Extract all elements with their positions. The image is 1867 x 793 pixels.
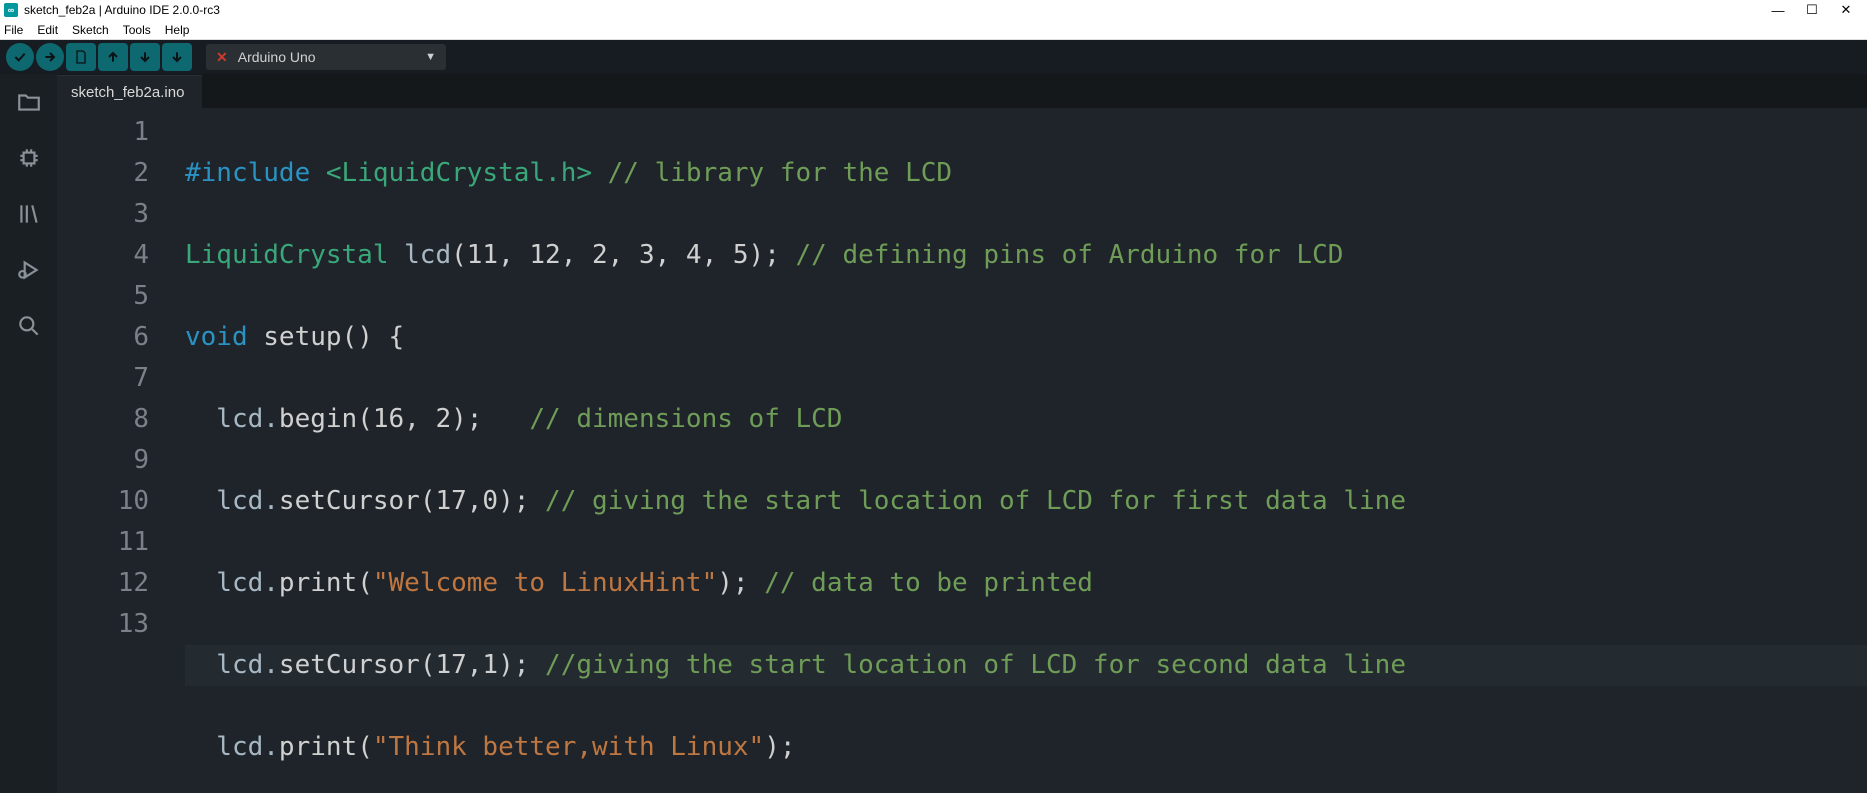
tab-label: sketch_feb2a.ino: [71, 84, 184, 101]
chip-icon: [16, 145, 42, 171]
board-disconnected-icon: ✕: [216, 49, 228, 66]
check-icon: [12, 49, 28, 65]
editor-tabbar: sketch_feb2a.ino: [57, 74, 1867, 108]
line-number: 4: [57, 235, 149, 276]
line-number: 7: [57, 358, 149, 399]
folder-icon: [16, 89, 42, 115]
app-icon: ∞: [4, 3, 18, 17]
upload-button[interactable]: [36, 43, 64, 71]
menu-sketch[interactable]: Sketch: [72, 23, 109, 37]
explorer-button[interactable]: [13, 86, 45, 118]
menubar: File Edit Sketch Tools Help: [0, 20, 1867, 40]
minimize-button[interactable]: ―: [1761, 3, 1795, 18]
menu-tools[interactable]: Tools: [123, 23, 151, 37]
search-button[interactable]: [13, 310, 45, 342]
board-selector[interactable]: ✕ Arduino Uno ▼: [206, 44, 446, 70]
play-gear-icon: [16, 257, 42, 283]
code-editor[interactable]: 1 2 3 4 5 6 7 8 9 10 11 12 13 #include <…: [57, 108, 1867, 793]
file-icon: [73, 49, 89, 65]
open-button[interactable]: [98, 43, 128, 71]
line-number: 2: [57, 153, 149, 194]
chevron-down-icon: ▼: [425, 51, 436, 63]
debug-arrow-icon: [169, 49, 185, 65]
menu-file[interactable]: File: [4, 23, 23, 37]
code-content[interactable]: #include <LiquidCrystal.h> // library fo…: [167, 108, 1867, 793]
save-button[interactable]: [130, 43, 160, 71]
arrow-right-icon: [42, 49, 58, 65]
arrow-up-icon: [105, 49, 121, 65]
tab-sketch-feb2a[interactable]: sketch_feb2a.ino: [57, 75, 202, 108]
books-icon: [16, 201, 42, 227]
debug-button[interactable]: [162, 43, 192, 71]
line-number: 13: [57, 604, 149, 645]
line-number: 12: [57, 563, 149, 604]
line-number: 1: [57, 112, 149, 153]
line-number: 5: [57, 276, 149, 317]
boards-manager-button[interactable]: [13, 142, 45, 174]
toolbar: ✕ Arduino Uno ▼: [0, 40, 1867, 74]
menu-help[interactable]: Help: [165, 23, 190, 37]
maximize-button[interactable]: ☐: [1795, 2, 1829, 18]
search-icon: [16, 313, 42, 339]
window-title: sketch_feb2a | Arduino IDE 2.0.0-rc3: [24, 3, 220, 17]
menu-edit[interactable]: Edit: [37, 23, 58, 37]
arrow-down-icon: [137, 49, 153, 65]
line-number: 8: [57, 399, 149, 440]
close-button[interactable]: ✕: [1829, 2, 1863, 18]
line-number: 10: [57, 481, 149, 522]
line-number: 3: [57, 194, 149, 235]
line-number: 6: [57, 317, 149, 358]
debug-view-button[interactable]: [13, 254, 45, 286]
activity-bar: [0, 74, 57, 793]
library-manager-button[interactable]: [13, 198, 45, 230]
window-titlebar: ∞ sketch_feb2a | Arduino IDE 2.0.0-rc3 ―…: [0, 0, 1867, 20]
new-sketch-button[interactable]: [66, 43, 96, 71]
line-gutter: 1 2 3 4 5 6 7 8 9 10 11 12 13: [57, 108, 167, 793]
line-number: 9: [57, 440, 149, 481]
board-name: Arduino Uno: [238, 49, 316, 65]
verify-button[interactable]: [6, 43, 34, 71]
line-number: 11: [57, 522, 149, 563]
